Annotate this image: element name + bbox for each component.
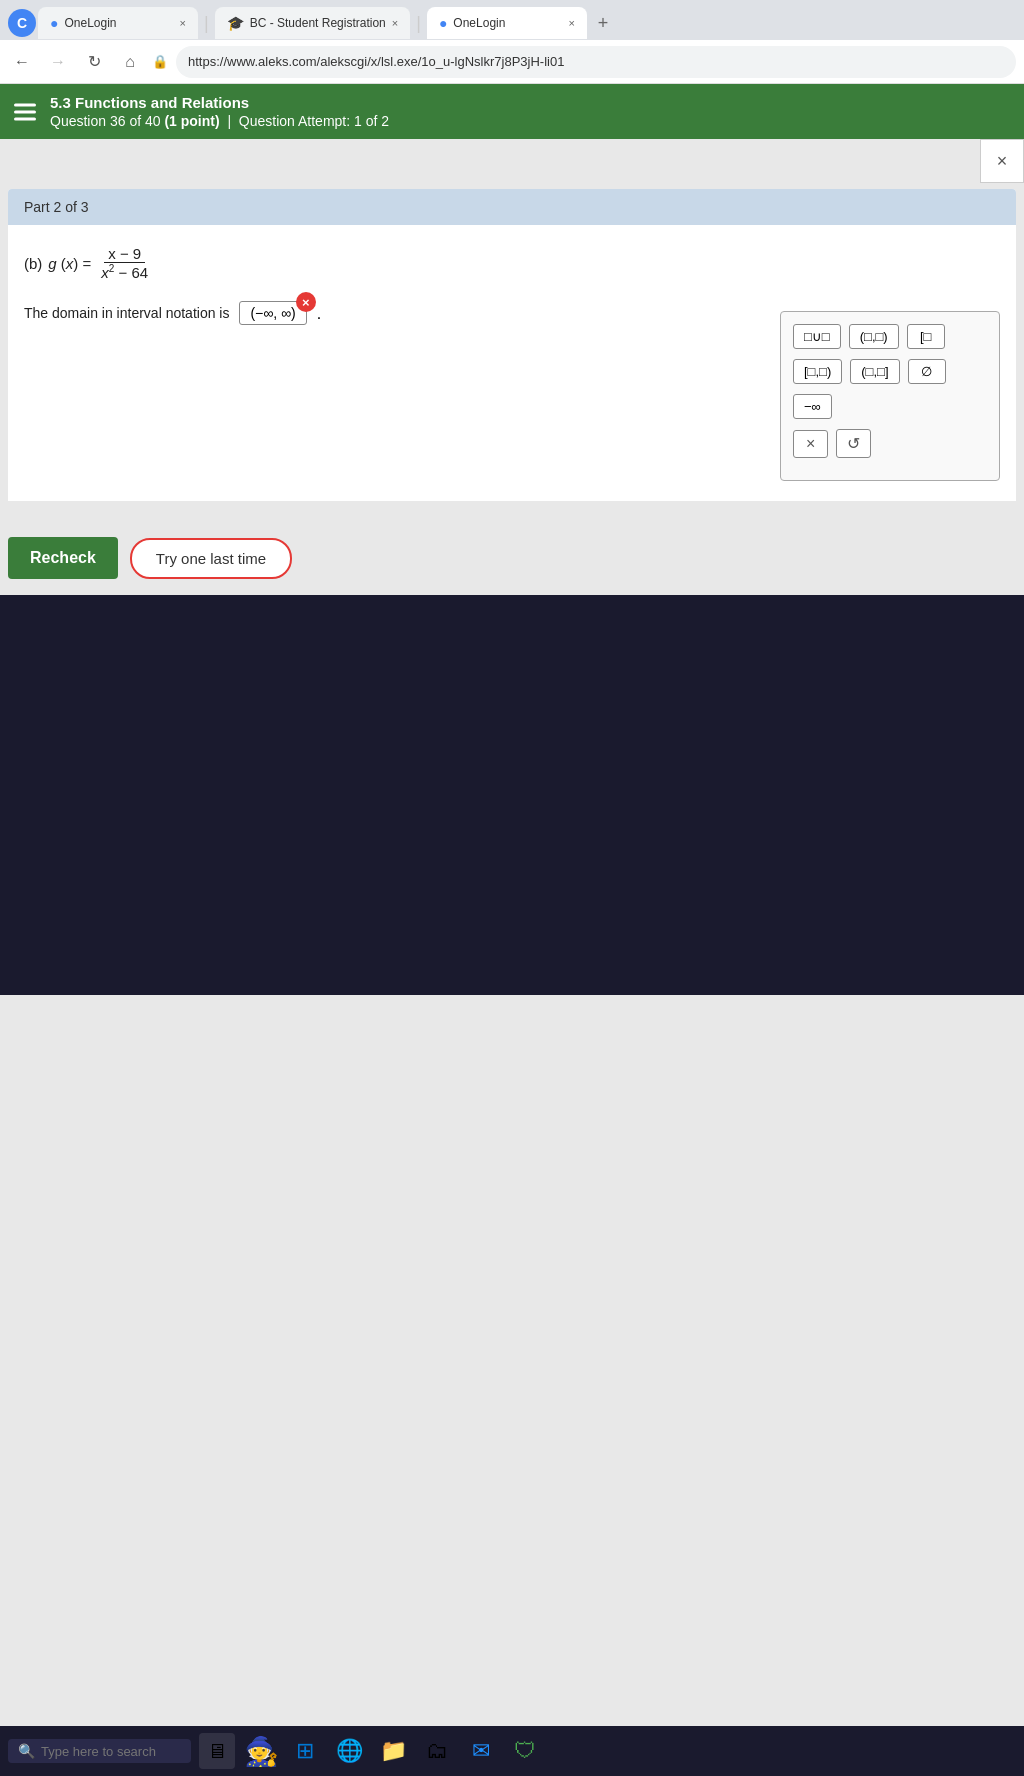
- tab-1-label: OneLogin: [64, 16, 116, 30]
- question-number: Question 36 of 40: [50, 113, 161, 129]
- question-body: (b) g (x) = x − 9 x2 − 64 The domain in …: [8, 225, 1016, 501]
- error-icon: ×: [296, 292, 316, 312]
- taskbar-avatar-icon[interactable]: 🧙: [243, 1733, 279, 1769]
- taskbar: 🔍 🖥 🧙 ⊞ 🌐 📁 🗂 ✉ 🛡: [0, 1726, 1024, 1776]
- tab-1-close-icon[interactable]: ×: [180, 17, 186, 29]
- browser-icon: ⊞: [296, 1738, 314, 1764]
- tab-divider-2: |: [412, 13, 425, 34]
- folder-icon: 📁: [380, 1738, 407, 1764]
- taskbar-apps-icon[interactable]: 🗂: [419, 1733, 455, 1769]
- fraction-denominator: x2 − 64: [97, 263, 152, 281]
- try-last-time-button[interactable]: Try one last time: [130, 538, 292, 579]
- kbd-closed-open-bracket-btn[interactable]: [□: [907, 324, 945, 349]
- answer-value: (−∞, ∞): [250, 305, 295, 321]
- forward-button[interactable]: →: [44, 48, 72, 76]
- function-name: g (x) =: [48, 255, 91, 272]
- part-header: Part 2 of 3: [8, 189, 1016, 225]
- fraction-expression: x − 9 x2 − 64: [97, 245, 152, 281]
- desktop-icon: 🖥: [207, 1740, 227, 1763]
- home-button[interactable]: ⌂: [116, 48, 144, 76]
- tab-3[interactable]: ● OneLogin ×: [427, 7, 587, 39]
- search-icon: 🔍: [18, 1743, 35, 1759]
- avatar-icon: 🧙: [244, 1735, 279, 1768]
- tab-1-icon: ●: [50, 15, 58, 31]
- kbd-row-1: □∪□ (□,□) [□: [793, 324, 987, 349]
- question-info: Question 36 of 40 (1 point) | Question A…: [50, 113, 1008, 129]
- taskbar-mail-icon[interactable]: ✉: [463, 1733, 499, 1769]
- taskbar-desktop-icon[interactable]: 🖥: [199, 1733, 235, 1769]
- browser-logo-icon: C: [8, 9, 36, 37]
- period-after-answer: .: [317, 301, 321, 323]
- hamburger-line-1: [14, 103, 36, 106]
- hamburger-menu[interactable]: [14, 103, 36, 120]
- tab-2[interactable]: 🎓 BC - Student Registration ×: [215, 7, 411, 39]
- new-tab-button[interactable]: +: [589, 9, 617, 37]
- domain-row: The domain in interval notation is (−∞, …: [24, 301, 1000, 481]
- edge-icon: 🌐: [336, 1738, 363, 1764]
- browser-chrome: C ● OneLogin × | 🎓 BC - Student Registra…: [0, 0, 1024, 84]
- function-definition: (b) g (x) = x − 9 x2 − 64: [24, 245, 1000, 281]
- tab-3-close-icon[interactable]: ×: [568, 17, 574, 29]
- address-input[interactable]: [176, 46, 1016, 78]
- taskbar-folder-icon[interactable]: 📁: [375, 1733, 411, 1769]
- address-bar: ← → ↻ ⌂ 🔒: [0, 40, 1024, 84]
- kbd-union-btn[interactable]: □∪□: [793, 324, 841, 349]
- shield-icon: 🛡: [514, 1738, 536, 1764]
- question-attempt: Question Attempt: 1 of 2: [239, 113, 389, 129]
- kbd-clear-btn[interactable]: ×: [793, 430, 828, 458]
- kbd-undo-btn[interactable]: ↺: [836, 429, 871, 458]
- tab-2-close-icon[interactable]: ×: [392, 17, 398, 29]
- tab-3-icon: ●: [439, 15, 447, 31]
- taskbar-shield-icon[interactable]: 🛡: [507, 1733, 543, 1769]
- apps-icon: 🗂: [426, 1738, 448, 1764]
- keyboard-panel: □∪□ (□,□) [□ [□,□) (□,□] ∅ −∞: [780, 311, 1000, 481]
- reload-button[interactable]: ↻: [80, 48, 108, 76]
- bottom-buttons: Recheck Try one last time: [0, 521, 1024, 595]
- hamburger-line-2: [14, 110, 36, 113]
- fraction-numerator: x − 9: [104, 245, 145, 263]
- page-content: 5.3 Functions and Relations Question 36 …: [0, 84, 1024, 1726]
- dark-overlay: [0, 595, 1024, 995]
- kbd-neg-infinity-btn[interactable]: −∞: [793, 394, 832, 419]
- aleks-header: 5.3 Functions and Relations Question 36 …: [0, 84, 1024, 139]
- domain-prefix: The domain in interval notation is: [24, 301, 229, 321]
- back-button[interactable]: ←: [8, 48, 36, 76]
- main-area: × Part 2 of 3 (b) g (x) = x − 9 x2 − 64: [0, 139, 1024, 595]
- tab-2-icon: 🎓: [227, 15, 244, 31]
- taskbar-browser-icon[interactable]: ⊞: [287, 1733, 323, 1769]
- kbd-row-3: −∞: [793, 394, 987, 419]
- kbd-open-closed-interval-btn[interactable]: (□,□]: [850, 359, 899, 384]
- kbd-row-2: [□,□) (□,□] ∅: [793, 359, 987, 384]
- tab-1[interactable]: ● OneLogin ×: [38, 7, 198, 39]
- question-points: (1 point): [164, 113, 219, 129]
- tab-divider-1: |: [200, 13, 213, 34]
- tab-3-label: OneLogin: [453, 16, 505, 30]
- question-card: Part 2 of 3 (b) g (x) = x − 9 x2 − 64: [8, 189, 1016, 501]
- tab-2-label: BC - Student Registration: [250, 16, 386, 30]
- hamburger-line-3: [14, 117, 36, 120]
- taskbar-search[interactable]: 🔍: [8, 1739, 191, 1763]
- lock-icon: 🔒: [152, 54, 168, 69]
- kbd-closed-open-interval-btn[interactable]: [□,□): [793, 359, 842, 384]
- recheck-button[interactable]: Recheck: [8, 537, 118, 579]
- mail-icon: ✉: [472, 1738, 490, 1764]
- part-label: Part 2 of 3: [24, 199, 89, 215]
- kbd-row-4: × ↺: [793, 429, 987, 458]
- part-b-label: (b): [24, 255, 42, 272]
- kbd-empty-set-btn[interactable]: ∅: [908, 359, 946, 384]
- taskbar-search-input[interactable]: [41, 1744, 181, 1759]
- kbd-open-interval-btn[interactable]: (□,□): [849, 324, 899, 349]
- taskbar-edge-icon[interactable]: 🌐: [331, 1733, 367, 1769]
- close-button-top[interactable]: ×: [980, 139, 1024, 183]
- tab-bar: C ● OneLogin × | 🎓 BC - Student Registra…: [0, 0, 1024, 40]
- answer-box[interactable]: (−∞, ∞) ×: [239, 301, 306, 325]
- section-title: 5.3 Functions and Relations: [50, 94, 1008, 111]
